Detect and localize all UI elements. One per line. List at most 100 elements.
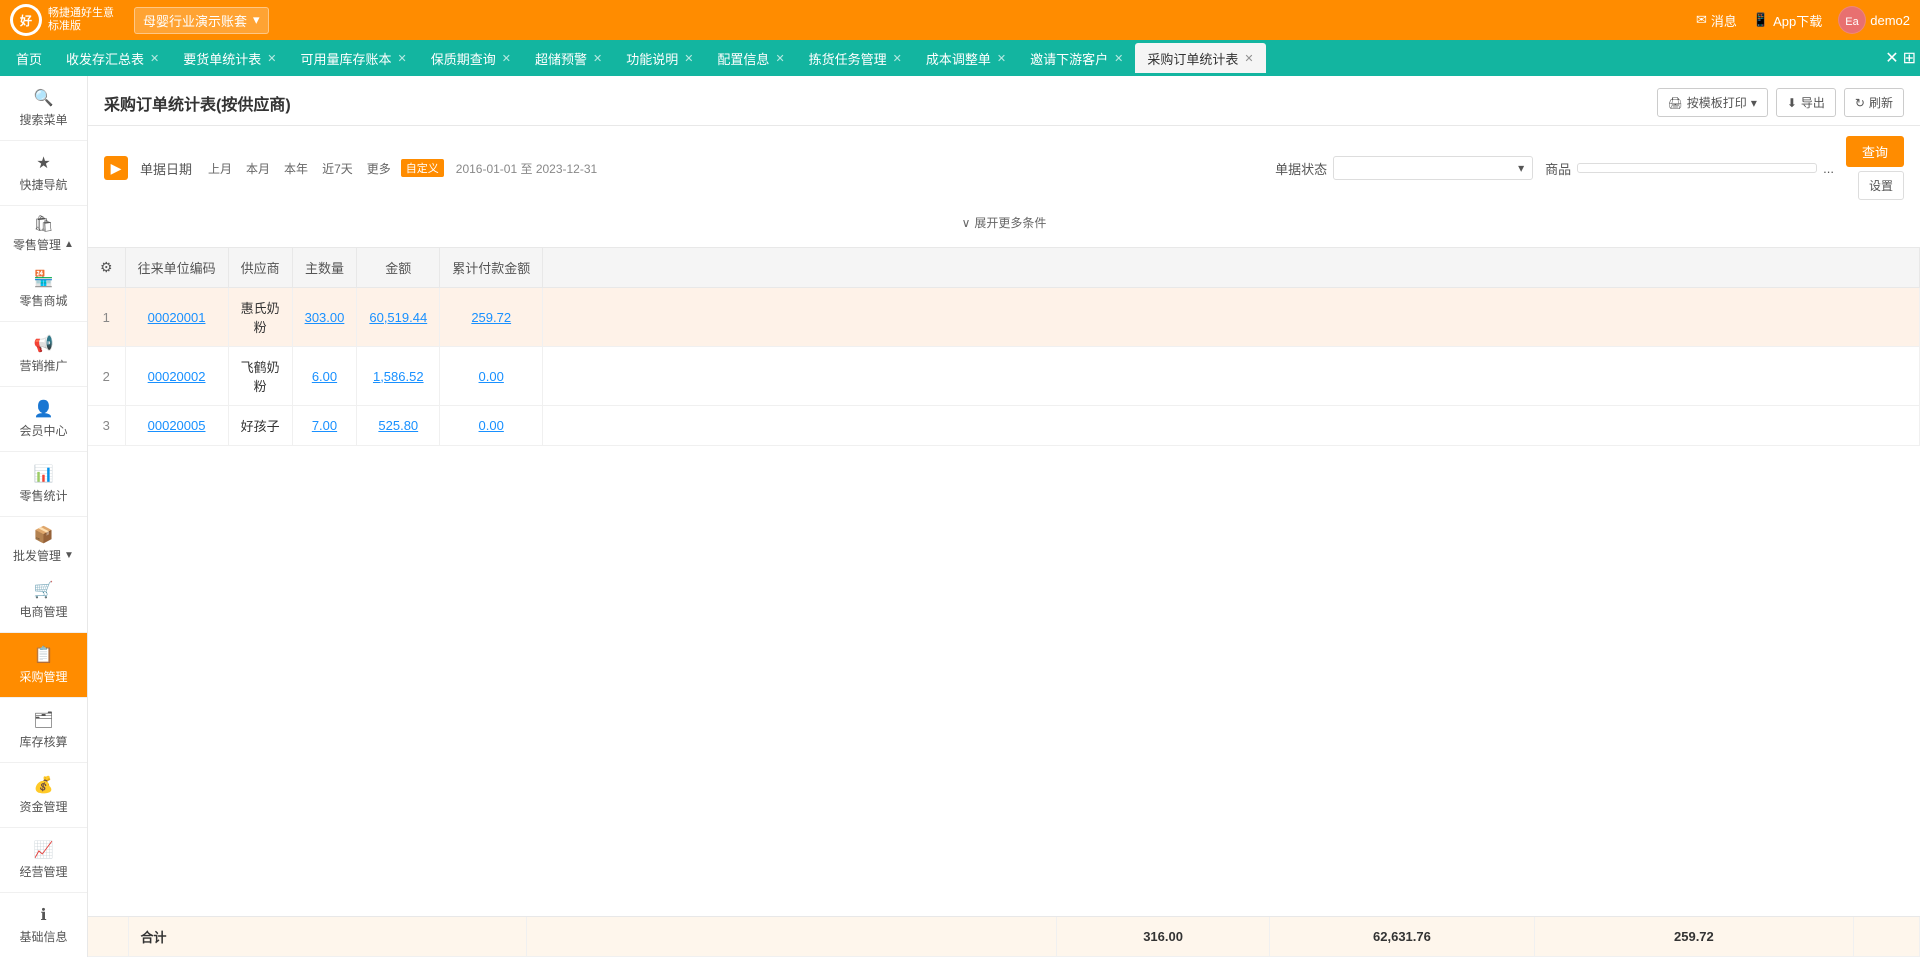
shortcut-7-days[interactable]: 近7天 <box>318 158 357 179</box>
row-quantity[interactable]: 303.00 <box>292 288 357 347</box>
sidebar-item-basic-info[interactable]: ℹ 基础信息 <box>0 893 87 957</box>
shortcut-this-year[interactable]: 本年 <box>280 158 312 179</box>
workspace-selector-area[interactable]: 母婴行业演示账套 ▾ <box>114 7 1696 34</box>
print-icon: 🖨 <box>1668 96 1683 110</box>
row-paid[interactable]: 0.00 <box>440 406 543 446</box>
row-paid[interactable]: 0.00 <box>440 347 543 406</box>
sidebar-item-retail[interactable]: 🛍 零售管理 ▲ <box>0 206 87 257</box>
tab-pick-task[interactable]: 拣货任务管理 ✕ <box>797 43 914 73</box>
row-amount[interactable]: 1,586.52 <box>357 347 440 406</box>
row-paid[interactable]: 259.72 <box>440 288 543 347</box>
custom-date-badge[interactable]: 自定义 <box>401 159 444 177</box>
tab-purchase-summary[interactable]: 采购订单统计表 ✕ <box>1135 43 1265 73</box>
tab-inventory-ledger[interactable]: 可用量库存账本 ✕ <box>288 43 418 73</box>
close-icon[interactable]: ✕ <box>398 52 407 65</box>
shortcut-last-month[interactable]: 上月 <box>204 158 236 179</box>
wholesale-icon: 📦 <box>34 525 54 545</box>
sidebar-item-operations[interactable]: 📈 经营管理 <box>0 828 87 893</box>
sidebar-item-ecommerce[interactable]: 🛒 电商管理 <box>0 568 87 633</box>
tab-invite-customer[interactable]: 邀请下游客户 ✕ <box>1018 43 1135 73</box>
close-icon[interactable]: ✕ <box>593 52 602 65</box>
table-row: 2 00020002 飞鹤奶粉 6.00 1,586.52 0.00 <box>88 347 1920 406</box>
export-icon: ⬇ <box>1787 96 1797 110</box>
goods-input[interactable] <box>1577 163 1817 173</box>
close-icon[interactable]: ✕ <box>997 52 1006 65</box>
sidebar-item-finance[interactable]: 💰 资金管理 <box>0 763 87 828</box>
sidebar-item-inventory[interactable]: 🗂 库存核算 <box>0 698 87 763</box>
sidebar-item-purchase[interactable]: 📋 采购管理 <box>0 633 87 698</box>
tab-receive-summary[interactable]: 收发存汇总表 ✕ <box>54 43 171 73</box>
operations-icon: 📈 <box>34 840 54 860</box>
gear-icon[interactable]: ⚙ <box>100 259 113 275</box>
tab-config-info[interactable]: 配置信息 ✕ <box>705 43 796 73</box>
maximize-icon[interactable]: ⊞ <box>1903 48 1916 68</box>
sidebar-item-marketing[interactable]: 📢 营销推广 <box>0 322 87 387</box>
sidebar-item-shortcut[interactable]: ★ 快捷导航 <box>0 141 87 206</box>
search-button[interactable]: 查询 <box>1846 136 1904 167</box>
logo-text: 畅捷通好生意 标准版 <box>48 7 114 33</box>
tab-order-summary[interactable]: 要货单统计表 ✕ <box>171 43 288 73</box>
close-icon[interactable]: ✕ <box>1244 52 1253 65</box>
chevron-down-icon: ▾ <box>253 12 260 28</box>
phone-icon: 📱 <box>1753 12 1769 28</box>
row-supplier: 飞鹤奶粉 <box>228 347 292 406</box>
tab-home[interactable]: 首页 <box>4 43 54 73</box>
row-extra <box>543 347 1920 406</box>
template-print-button[interactable]: 🖨 按模板打印 ▾ <box>1657 88 1768 117</box>
row-quantity[interactable]: 7.00 <box>292 406 357 446</box>
data-table: ⚙ 往来单位编码 供应商 主数量 金额 累计付款金额 1 00020001 <box>88 248 1920 446</box>
row-amount[interactable]: 60,519.44 <box>357 288 440 347</box>
shortcut-more[interactable]: 更多 <box>363 158 395 179</box>
close-icon[interactable]: ✕ <box>150 52 159 65</box>
message-button[interactable]: ✉ 消息 <box>1696 11 1737 30</box>
table-header-row: ⚙ 往来单位编码 供应商 主数量 金额 累计付款金额 <box>88 248 1920 288</box>
footer-quantity: 316.00 <box>1057 917 1269 957</box>
filter-bar: ▶ 单据日期 上月 本月 本年 近7天 更多 自定义 2016-01-01 至 … <box>88 126 1920 248</box>
row-code[interactable]: 00020005 <box>125 406 228 446</box>
chevron-down-icon: ▾ <box>1751 96 1757 110</box>
chevron-down-icon: ▾ <box>1518 161 1524 175</box>
shortcut-this-month[interactable]: 本月 <box>242 158 274 179</box>
row-amount[interactable]: 525.80 <box>357 406 440 446</box>
status-filter-group: 单据状态 ▾ <box>1275 156 1533 180</box>
tab-expiry-query[interactable]: 保质期查询 ✕ <box>419 43 523 73</box>
sidebar-item-retail-shop[interactable]: 🏪 零售商城 <box>0 257 87 322</box>
export-button[interactable]: ⬇ 导出 <box>1776 88 1836 117</box>
col-paid: 累计付款金额 <box>440 248 543 288</box>
message-icon: ✉ <box>1696 12 1707 28</box>
close-icon[interactable]: ✕ <box>684 52 693 65</box>
close-window-icon[interactable]: ✕ <box>1885 48 1898 68</box>
close-icon[interactable]: ✕ <box>502 52 511 65</box>
filter-toggle-button[interactable]: ▶ <box>104 156 128 180</box>
expand-more-button[interactable]: ∨ 展开更多条件 <box>104 208 1904 237</box>
tab-overstock-warning[interactable]: 超储预警 ✕ <box>523 43 614 73</box>
refresh-button[interactable]: ↻ 刷新 <box>1844 88 1904 117</box>
nav-tabs: 首页 收发存汇总表 ✕ 要货单统计表 ✕ 可用量库存账本 ✕ 保质期查询 ✕ 超… <box>0 40 1920 76</box>
close-icon[interactable]: ✕ <box>267 52 276 65</box>
status-select[interactable]: ▾ <box>1333 156 1533 180</box>
close-icon[interactable]: ✕ <box>775 52 784 65</box>
tab-cost-adjust[interactable]: 成本调整单 ✕ <box>914 43 1018 73</box>
stats-icon: 📊 <box>34 464 54 484</box>
close-icon[interactable]: ✕ <box>893 52 902 65</box>
member-icon: 👤 <box>34 399 54 419</box>
tab-function-desc[interactable]: 功能说明 ✕ <box>614 43 705 73</box>
filter-row-main: ▶ 单据日期 上月 本月 本年 近7天 更多 自定义 2016-01-01 至 … <box>104 136 1904 200</box>
footer-amount: 62,631.76 <box>1269 917 1534 957</box>
workspace-selector[interactable]: 母婴行业演示账套 ▾ <box>134 7 269 34</box>
purchase-icon: 📋 <box>34 645 54 665</box>
col-extra <box>543 248 1920 288</box>
row-code[interactable]: 00020001 <box>125 288 228 347</box>
user-menu[interactable]: Ea demo2 <box>1838 6 1910 34</box>
more-fields-icon[interactable]: ... <box>1823 161 1834 176</box>
close-icon[interactable]: ✕ <box>1114 52 1123 65</box>
settings-button[interactable]: 设置 <box>1858 171 1904 200</box>
app-download-button[interactable]: 📱 App下载 <box>1753 11 1822 30</box>
sidebar-item-member[interactable]: 👤 会员中心 <box>0 387 87 452</box>
sidebar-item-wholesale[interactable]: 📦 批发管理 ▼ <box>0 517 87 568</box>
sidebar-item-retail-stats[interactable]: 📊 零售统计 <box>0 452 87 517</box>
row-code[interactable]: 00020002 <box>125 347 228 406</box>
date-label: 单据日期 <box>140 159 192 178</box>
row-quantity[interactable]: 6.00 <box>292 347 357 406</box>
sidebar-item-search[interactable]: 🔍 搜索菜单 <box>0 76 87 141</box>
